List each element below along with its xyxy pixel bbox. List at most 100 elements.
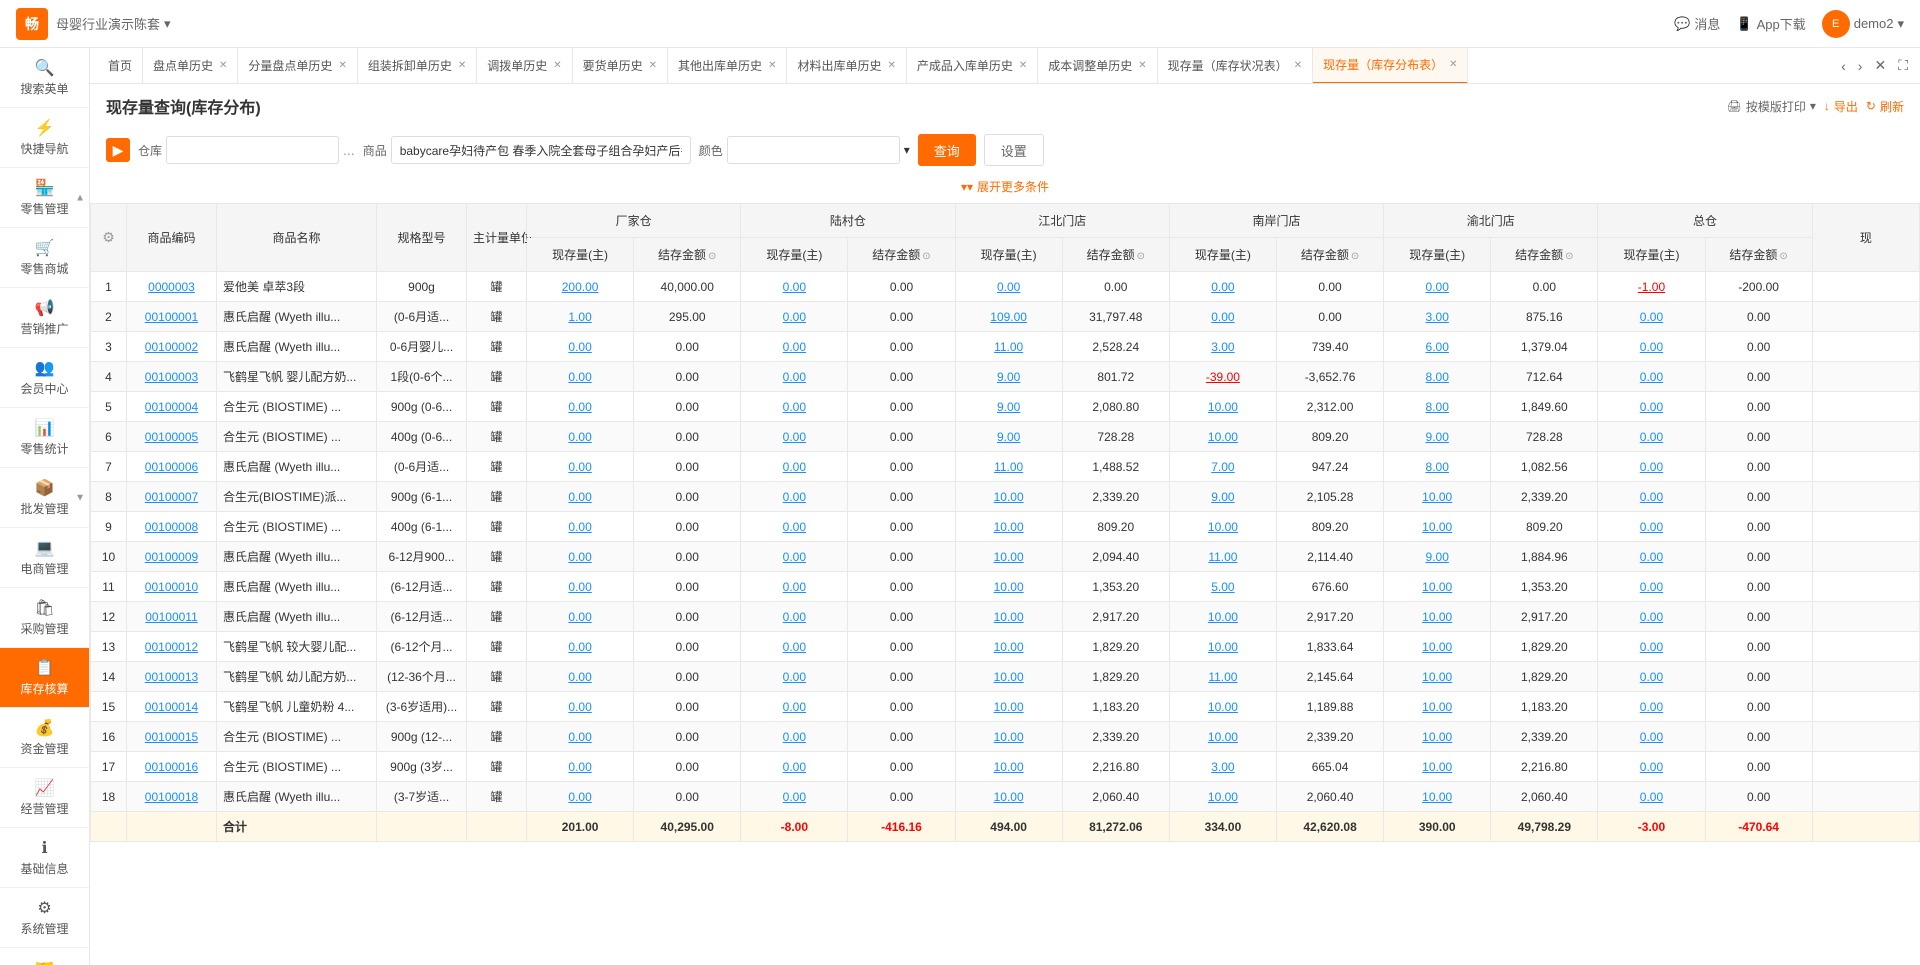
logo-area: 畅	[16, 8, 48, 40]
tab-portion-check-history[interactable]: 分量盘点单历史 ✕	[238, 48, 357, 84]
cell-c2-amt: 0.00	[848, 392, 955, 422]
export-button[interactable]: ↓ 导出	[1824, 98, 1858, 115]
cell-spec: 1段(0-6个...	[377, 362, 467, 392]
cell-c1-qty: 0.00	[527, 542, 634, 572]
tab-prev-icon[interactable]: ‹	[1837, 56, 1850, 76]
sidebar-item-management[interactable]: 📈 经营管理	[0, 768, 89, 828]
setting-button[interactable]: 设置	[984, 134, 1044, 166]
mall-icon: 🛒	[4, 238, 85, 258]
tab-expand-icon[interactable]: ⛶	[1894, 55, 1912, 76]
sidebar-item-system[interactable]: ⚙ 系统管理	[0, 888, 89, 948]
table-row: 13 00100012 飞鹤星飞帆 较大婴儿配... (6-12个月... 罐 …	[91, 632, 1920, 662]
tab-stock-status[interactable]: 现存量（库存状况表） ✕	[1158, 48, 1313, 84]
tab-close-icon[interactable]: ✕	[1449, 59, 1457, 70]
sidebar-item-ecommerce[interactable]: 💻 电商管理	[0, 528, 89, 588]
tab-close-icon[interactable]: ✕	[338, 60, 346, 71]
sidebar-item-mall[interactable]: 🛒 零售商城	[0, 228, 89, 288]
sidebar-item-wholesale[interactable]: 📦 批发管理 ▼	[0, 468, 89, 528]
tab-material-outbound[interactable]: 材料出库单历史 ✕	[787, 48, 906, 84]
cell-c1-amt: 0.00	[634, 362, 741, 392]
sidebar-item-retailstats[interactable]: 📊 零售统计	[0, 408, 89, 468]
cell-c2-amt: 0.00	[848, 542, 955, 572]
tab-close-icon[interactable]: ✕	[553, 60, 561, 71]
nanan-info-icon[interactable]: ⊙	[1351, 251, 1359, 262]
cell-c3-amt: 1,488.52	[1062, 452, 1169, 482]
tab-next-icon[interactable]: ›	[1854, 56, 1867, 76]
tab-product-inbound-label: 产成品入库单历史	[917, 57, 1013, 74]
tab-requisition-history[interactable]: 要货单历史 ✕	[573, 48, 668, 84]
sidebar-item-finance[interactable]: 💰 资金管理	[0, 708, 89, 768]
sidebar-item-collab[interactable]: 🤝 企业协同	[0, 948, 89, 965]
sidebar-item-retail[interactable]: 🏪 零售管理 ▲	[0, 168, 89, 228]
tab-other-outbound[interactable]: 其他出库单历史 ✕	[668, 48, 787, 84]
table-wrapper[interactable]: ⚙ 商品编码 商品名称 规格型号 主计量单位 厂家仓 陆村仓 江北门店 南岸门店…	[90, 203, 1920, 965]
query-button[interactable]: 查询	[918, 134, 976, 166]
cell-no: 2	[91, 302, 127, 332]
sidebar-item-inventory[interactable]: 📋 库存核算	[0, 648, 89, 708]
yubei-info-icon[interactable]: ⊙	[1565, 251, 1573, 262]
tab-close-icon[interactable]: ✕	[649, 60, 657, 71]
sidebar-item-marketing[interactable]: 📢 营销推广	[0, 288, 89, 348]
message-button[interactable]: 💬 消息	[1674, 14, 1720, 33]
cell-no: 14	[91, 662, 127, 692]
tab-cost-adjust[interactable]: 成本调整单历史 ✕	[1038, 48, 1157, 84]
sidebar-item-search[interactable]: 🔍 搜索英单	[0, 48, 89, 108]
tab-stock-distribution[interactable]: 现存量（库存分布表） ✕	[1313, 48, 1468, 84]
tab-close-icon[interactable]: ✕	[1138, 60, 1146, 71]
tab-product-inbound[interactable]: 产成品入库单历史 ✕	[907, 48, 1038, 84]
goods-input[interactable]	[391, 136, 691, 164]
tab-close-icon[interactable]: ✕	[768, 60, 776, 71]
cell-c3-amt: 2,917.20	[1062, 602, 1169, 632]
factory-info-icon[interactable]: ⊙	[708, 251, 716, 262]
cell-c5-amt: 728.28	[1491, 422, 1598, 452]
sidebar-item-quicknav[interactable]: ⚡ 快捷导航	[0, 108, 89, 168]
inventory-icon: 📋	[4, 658, 85, 678]
tab-transfer-history[interactable]: 调拨单历史 ✕	[477, 48, 572, 84]
tab-inventory-check-history[interactable]: 盘点单历史 ✕	[143, 48, 238, 84]
cell-c3-amt: 1,183.20	[1062, 692, 1169, 722]
warehouse-input[interactable]	[166, 136, 339, 164]
tab-close-icon[interactable]: ✕	[1019, 60, 1027, 71]
color-input[interactable]	[727, 136, 900, 164]
sidebar-management-label: 经营管理	[4, 800, 85, 817]
cell-c4-qty: 11.00	[1169, 662, 1276, 692]
cell-c4-amt: 676.60	[1276, 572, 1383, 602]
expand-label: 展开更多条件	[977, 178, 1049, 195]
expand-button[interactable]: ▾▾ 展开更多条件	[961, 178, 1049, 195]
print-chevron-icon: ▾	[1810, 99, 1816, 113]
finance-icon: 💰	[4, 718, 85, 738]
tab-assembly-history[interactable]: 组装拆卸单历史 ✕	[358, 48, 477, 84]
filter-toggle-button[interactable]: ▶	[106, 138, 130, 162]
cell-code: 00100009	[127, 542, 217, 572]
cell-c4-qty: 10.00	[1169, 602, 1276, 632]
sidebar-item-basic[interactable]: ℹ 基础信息	[0, 828, 89, 888]
cell-extra	[1812, 662, 1919, 692]
tab-close-icon[interactable]: ✕	[1294, 60, 1302, 71]
tab-close-icon[interactable]: ✕	[458, 60, 466, 71]
sidebar-item-purchase[interactable]: 🛍 采购管理	[0, 588, 89, 648]
lucun-info-icon[interactable]: ⊙	[922, 251, 930, 262]
table-row: 8 00100007 合生元(BIOSTIME)派... 900g (6-1..…	[91, 482, 1920, 512]
tab-close-all-icon[interactable]: ✕	[1870, 55, 1890, 76]
expand-icon: ▾▾	[961, 180, 973, 194]
cell-code: 00100011	[127, 602, 217, 632]
gear-icon[interactable]: ⚙	[102, 229, 115, 245]
tab-close-icon[interactable]: ✕	[887, 60, 895, 71]
cell-c2-qty: 0.00	[741, 302, 848, 332]
cell-c3-qty: 10.00	[955, 692, 1062, 722]
tab-home[interactable]: 首页	[98, 48, 143, 84]
total-info-icon[interactable]: ⊙	[1779, 251, 1787, 262]
cell-c4-amt: 809.20	[1276, 512, 1383, 542]
cell-total-amt: 0.00	[1705, 752, 1812, 782]
print-button[interactable]: 🖨 按模版打印 ▾	[1727, 98, 1816, 115]
refresh-button[interactable]: ↻ 刷新	[1866, 98, 1904, 115]
store-selector[interactable]: 母婴行业演示陈套 ▾	[56, 14, 171, 33]
app-download-button[interactable]: 📱 App下载	[1736, 14, 1805, 33]
sidebar-item-member[interactable]: 👥 会员中心	[0, 348, 89, 408]
jiangbei-info-icon[interactable]: ⊙	[1137, 251, 1145, 262]
cell-total-qty: 0.00	[1598, 542, 1705, 572]
tab-close-icon[interactable]: ✕	[219, 60, 227, 71]
cell-c1-amt: 0.00	[634, 542, 741, 572]
user-menu[interactable]: E demo2 ▾	[1822, 10, 1904, 38]
chevron-down-icon: ▾	[164, 16, 171, 32]
